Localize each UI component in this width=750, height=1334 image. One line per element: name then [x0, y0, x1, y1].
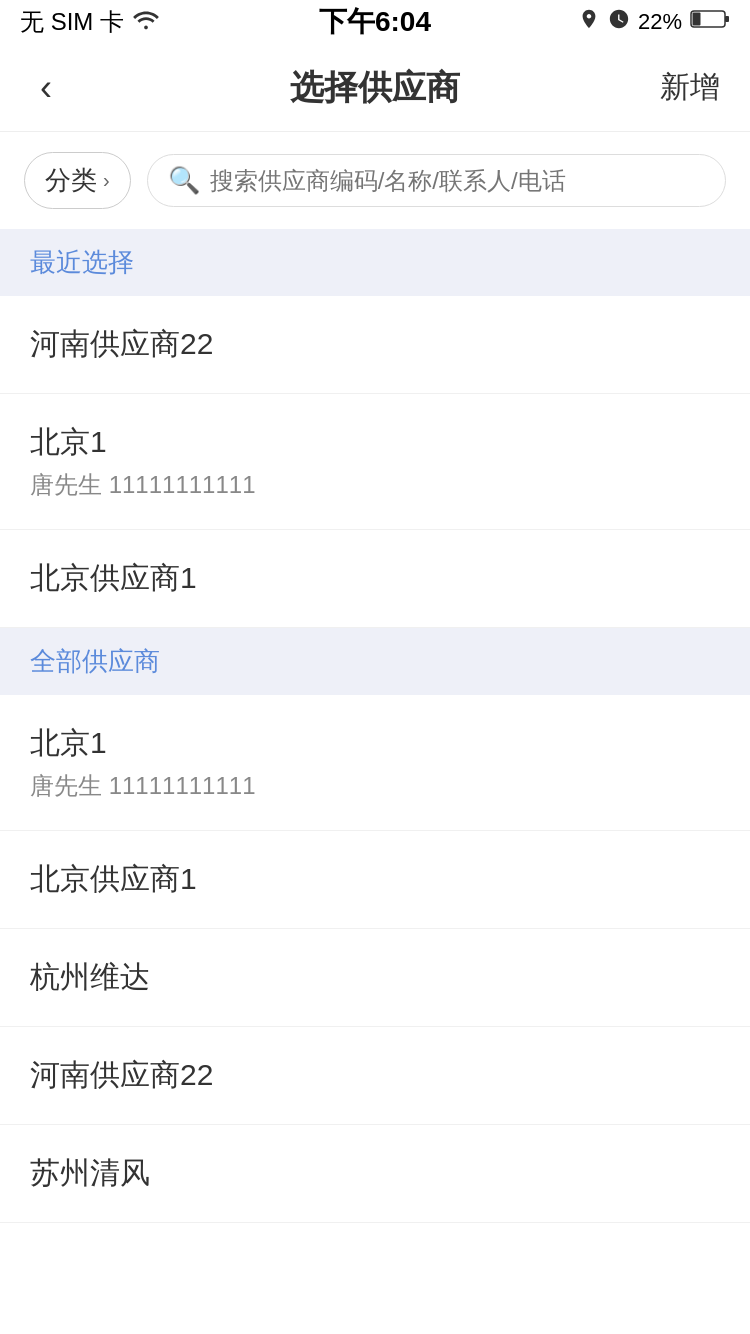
list-item[interactable]: 北京1 唐先生 11111111111 [0, 695, 750, 831]
list-item[interactable]: 河南供应商22 [0, 296, 750, 394]
list-item[interactable]: 苏州清风 [0, 1125, 750, 1223]
page-title: 选择供应商 [290, 65, 460, 111]
location-icon [578, 8, 600, 36]
status-left: 无 SIM 卡 [20, 6, 160, 38]
chevron-right-icon: › [103, 169, 110, 192]
search-icon: 🔍 [168, 165, 200, 196]
svg-rect-1 [725, 16, 729, 22]
wifi-icon [132, 8, 160, 36]
all-section-header: 全部供应商 [0, 628, 750, 695]
back-button[interactable]: ‹ [30, 57, 62, 119]
nav-bar: ‹ 选择供应商 新增 [0, 44, 750, 132]
add-button[interactable]: 新增 [660, 67, 720, 108]
battery-icon [690, 9, 730, 35]
item-name: 苏州清风 [30, 1153, 720, 1194]
item-sub: 唐先生 11111111111 [30, 770, 720, 802]
svg-rect-2 [693, 13, 701, 26]
list-item[interactable]: 杭州维达 [0, 929, 750, 1027]
search-input[interactable] [210, 167, 705, 195]
item-name: 杭州维达 [30, 957, 720, 998]
clock-icon [608, 8, 630, 36]
status-bar: 无 SIM 卡 下午6:04 22% [0, 0, 750, 44]
carrier-text: 无 SIM 卡 [20, 6, 124, 38]
item-sub: 唐先生 11111111111 [30, 469, 720, 501]
recent-section-title: 最近选择 [30, 247, 134, 277]
list-item[interactable]: 北京1 唐先生 11111111111 [0, 394, 750, 530]
list-item[interactable]: 北京供应商1 [0, 530, 750, 628]
item-name: 北京供应商1 [30, 859, 720, 900]
battery-text: 22% [638, 9, 682, 35]
item-name: 北京1 [30, 723, 720, 764]
list-item[interactable]: 河南供应商22 [0, 1027, 750, 1125]
all-list: 北京1 唐先生 11111111111 北京供应商1 杭州维达河南供应商22 苏州清风 [0, 695, 750, 1223]
recent-list: 河南供应商22 北京1 唐先生 11111111111 北京供应商1 [0, 296, 750, 628]
all-section-title: 全部供应商 [30, 646, 160, 676]
item-name: 河南供应商22 [30, 324, 720, 365]
item-name: 河南供应商22 [30, 1055, 720, 1096]
category-button[interactable]: 分类 › [24, 152, 131, 209]
status-right: 22% [578, 8, 730, 36]
search-area: 分类 › 🔍 [0, 132, 750, 229]
recent-section-header: 最近选择 [0, 229, 750, 296]
list-item[interactable]: 北京供应商1 [0, 831, 750, 929]
search-box: 🔍 [147, 154, 726, 207]
item-name: 北京1 [30, 422, 720, 463]
status-time: 下午6:04 [319, 3, 431, 41]
category-label: 分类 [45, 163, 97, 198]
item-name: 北京供应商1 [30, 558, 720, 599]
